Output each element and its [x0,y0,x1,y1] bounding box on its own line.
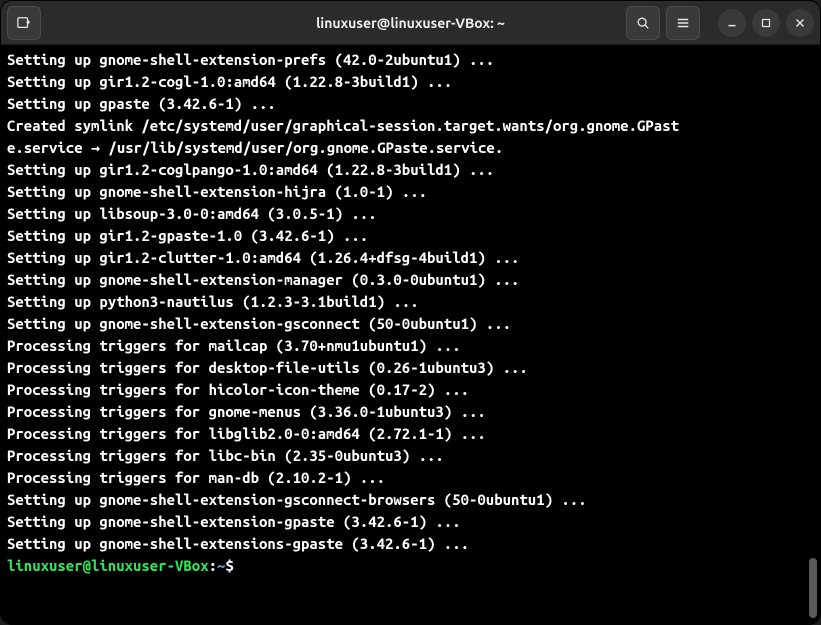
titlebar: linuxuser@linuxuser-VBox: ~ [1,1,820,45]
maximize-icon [759,16,773,30]
output-line: Setting up gir1.2-gpaste-1.0 (3.42.6-1) … [7,225,814,247]
close-button[interactable] [786,9,814,37]
output-line: Setting up gnome-shell-extension-hijra (… [7,181,814,203]
output-line: Processing triggers for hicolor-icon-the… [7,379,814,401]
output-line: Processing triggers for desktop-file-uti… [7,357,814,379]
new-tab-icon [17,16,31,30]
output-line: Setting up gnome-shell-extensions-gpaste… [7,533,814,555]
output-line: Processing triggers for man-db (2.10.2-1… [7,467,814,489]
output-line: Processing triggers for mailcap (3.70+nm… [7,335,814,357]
minimize-button[interactable] [718,9,746,37]
prompt-line: linuxuser@linuxuser-VBox:~$ [7,555,814,577]
output-line: Setting up gir1.2-clutter-1.0:amd64 (1.2… [7,247,814,269]
output-line: Processing triggers for libc-bin (2.35-0… [7,445,814,467]
new-tab-button[interactable] [7,6,41,40]
output-line: e.service → /usr/lib/systemd/user/org.gn… [7,137,814,159]
output-line: Processing triggers for gnome-menus (3.3… [7,401,814,423]
prompt-userhost: linuxuser@linuxuser-VBox [7,557,209,574]
output-line: Setting up gnome-shell-extension-manager… [7,269,814,291]
terminal-window: linuxuser@linuxuser-VBox: ~ [0,0,821,625]
hamburger-icon [676,16,690,30]
terminal-output[interactable]: Setting up gnome-shell-extension-prefs (… [1,45,820,624]
search-button[interactable] [626,6,660,40]
scrollbar[interactable] [808,45,818,622]
output-line: Setting up gir1.2-cogl-1.0:amd64 (1.22.8… [7,71,814,93]
output-line: Setting up gnome-shell-extension-gsconne… [7,313,814,335]
output-line: Setting up libsoup-3.0-0:amd64 (3.0.5-1)… [7,203,814,225]
output-line: Setting up gnome-shell-extension-gpaste … [7,511,814,533]
output-line: Setting up python3-nautilus (1.2.3-3.1bu… [7,291,814,313]
scrollbar-thumb[interactable] [809,558,817,618]
prompt-dollar: $ [225,557,233,574]
output-line: Processing triggers for libglib2.0-0:amd… [7,423,814,445]
prompt-colon: : [209,557,217,574]
output-line: Setting up gnome-shell-extension-prefs (… [7,49,814,71]
output-line: Setting up gnome-shell-extension-gsconne… [7,489,814,511]
close-icon [793,16,807,30]
output-line: Created symlink /etc/systemd/user/graphi… [7,115,814,137]
window-title: linuxuser@linuxuser-VBox: ~ [316,15,505,31]
hamburger-menu-button[interactable] [666,6,700,40]
minimize-icon [725,16,739,30]
output-line: Setting up gir1.2-coglpango-1.0:amd64 (1… [7,159,814,181]
output-line: Setting up gpaste (3.42.6-1) ... [7,93,814,115]
search-icon [636,16,650,30]
maximize-button[interactable] [752,9,780,37]
